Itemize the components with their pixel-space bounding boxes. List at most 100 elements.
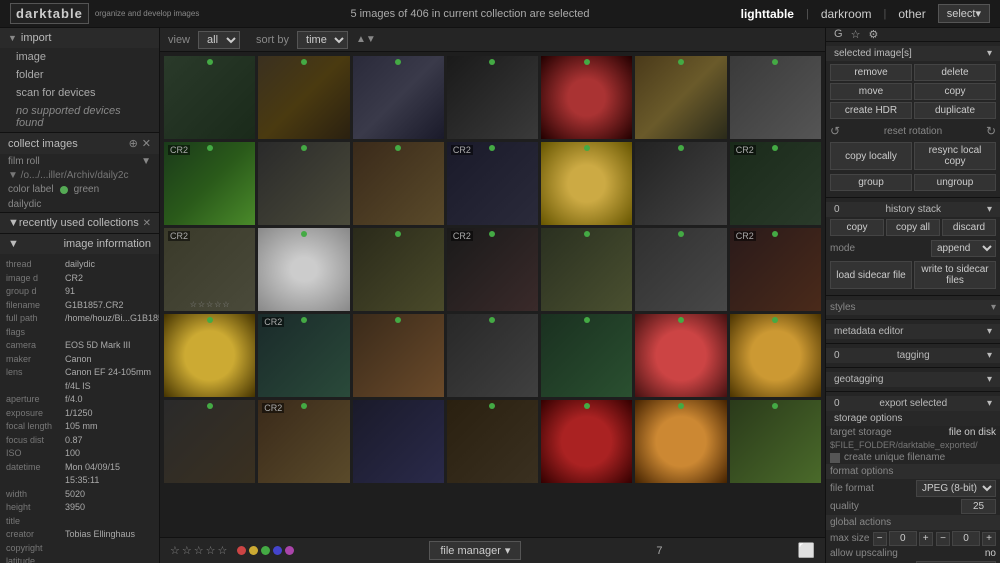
max-h-input[interactable]	[952, 531, 980, 546]
recent-icon[interactable]: ✕	[143, 218, 151, 229]
color-dot-green-bottom[interactable]	[261, 546, 270, 555]
thumb-2[interactable]	[353, 56, 444, 139]
history-discard-button[interactable]: discard	[942, 219, 996, 236]
thumb-18[interactable]	[541, 228, 632, 311]
collect-icon-2[interactable]: ✕	[142, 137, 151, 150]
thumb-20[interactable]: CR2	[730, 228, 821, 311]
thumb-7[interactable]: CR2	[164, 142, 255, 225]
view-select[interactable]: all	[198, 31, 240, 49]
thumb-16[interactable]	[353, 228, 444, 311]
file-format-select[interactable]: JPEG (8-bit)	[916, 480, 996, 497]
create-hdr-button[interactable]: create HDR	[830, 102, 912, 119]
star-thumb-14-1[interactable]: ☆	[198, 300, 205, 309]
thumb-17[interactable]: CR2	[447, 228, 538, 311]
max-h-plus[interactable]: +	[982, 532, 996, 546]
ungroup-button[interactable]: ungroup	[914, 174, 996, 191]
recent-header[interactable]: ▼ recently used collections ✕	[0, 213, 159, 233]
thumb-31[interactable]	[447, 400, 538, 483]
max-w-minus[interactable]: −	[873, 532, 887, 546]
star-5[interactable]: ☆	[218, 544, 228, 557]
nav-lighttable[interactable]: lighttable	[741, 7, 794, 21]
delete-button[interactable]: delete	[914, 64, 996, 81]
geotagging-header[interactable]: geotagging ▾	[826, 372, 1000, 387]
rotate-cw-icon[interactable]: ↻	[986, 124, 996, 138]
star-thumb-14-0[interactable]: ☆	[190, 300, 197, 309]
duplicate-button[interactable]: duplicate	[914, 102, 996, 119]
nav-darkroom[interactable]: darkroom	[821, 7, 872, 21]
right-icon-star[interactable]: ☆	[851, 28, 861, 41]
thumb-28[interactable]	[164, 400, 255, 483]
thumb-25[interactable]	[541, 314, 632, 397]
resync-button[interactable]: resync local copy	[914, 142, 996, 170]
import-header[interactable]: ▼ import	[0, 28, 159, 48]
star-2[interactable]: ☆	[182, 544, 192, 557]
max-w-plus[interactable]: +	[919, 532, 933, 546]
star-3[interactable]: ☆	[194, 544, 204, 557]
color-dot-yellow[interactable]	[249, 546, 258, 555]
thumb-12[interactable]	[635, 142, 726, 225]
star-4[interactable]: ☆	[206, 544, 216, 557]
star-1[interactable]: ☆	[170, 544, 180, 557]
thumb-32[interactable]	[541, 400, 632, 483]
color-dot-purple[interactable]	[285, 546, 294, 555]
thumb-33[interactable]	[635, 400, 726, 483]
tagging-header[interactable]: 0 tagging ▾	[826, 348, 1000, 363]
thumb-3[interactable]	[447, 56, 538, 139]
thumb-11[interactable]	[541, 142, 632, 225]
right-icon-g[interactable]: G	[834, 28, 843, 41]
copy-locally-button[interactable]: copy locally	[830, 142, 912, 170]
storage-header[interactable]: storage options	[826, 411, 1000, 426]
collect-header[interactable]: collect images ⊕ ✕	[0, 133, 159, 154]
thumb-14[interactable]: CR2☆☆☆☆☆	[164, 228, 255, 311]
film-roll-arrow[interactable]: ▼	[141, 156, 151, 167]
thumb-9[interactable]	[353, 142, 444, 225]
color-dot-blue[interactable]	[273, 546, 282, 555]
thumb-23[interactable]	[353, 314, 444, 397]
import-image[interactable]: image	[0, 48, 159, 66]
thumb-6[interactable]	[730, 56, 821, 139]
copy-button[interactable]: copy	[914, 83, 996, 100]
select-button[interactable]: select▾	[938, 4, 990, 23]
metadata-header[interactable]: metadata editor ▾	[826, 324, 1000, 339]
file-manager-button[interactable]: file manager ▾	[429, 541, 521, 560]
max-w-input[interactable]	[889, 531, 917, 546]
right-icon-gear[interactable]: ⚙	[868, 28, 878, 41]
thumb-19[interactable]	[635, 228, 726, 311]
nav-other[interactable]: other	[898, 7, 925, 21]
export-header[interactable]: 0 export selected ▾	[826, 396, 1000, 411]
max-h-minus[interactable]: −	[936, 532, 950, 546]
global-header[interactable]: global actions	[826, 515, 1000, 530]
write-sidecar-button[interactable]: write to sidecar files	[914, 261, 996, 289]
thumb-26[interactable]	[635, 314, 726, 397]
thumb-1[interactable]	[258, 56, 349, 139]
thumb-29[interactable]: CR2	[258, 400, 349, 483]
thumb-5[interactable]	[635, 56, 726, 139]
thumb-8[interactable]	[258, 142, 349, 225]
load-sidecar-button[interactable]: load sidecar file	[830, 261, 912, 289]
thumb-15[interactable]	[258, 228, 349, 311]
star-thumb-14-2[interactable]: ☆	[206, 300, 213, 309]
thumb-10[interactable]: CR2	[447, 142, 538, 225]
quality-input[interactable]	[961, 499, 996, 514]
thumb-22[interactable]: CR2	[258, 314, 349, 397]
group-button[interactable]: group	[830, 174, 912, 191]
thumb-0[interactable]	[164, 56, 255, 139]
styles-header[interactable]: styles ▾	[826, 300, 1000, 315]
history-copy-button[interactable]: copy	[830, 219, 884, 236]
rotate-ccw-icon[interactable]: ↺	[830, 124, 840, 138]
star-thumb-14-4[interactable]: ☆	[222, 300, 229, 309]
thumb-24[interactable]	[447, 314, 538, 397]
thumb-27[interactable]	[730, 314, 821, 397]
mode-select[interactable]: append overwrite	[931, 240, 996, 257]
remove-button[interactable]: remove	[830, 64, 912, 81]
history-copy-all-button[interactable]: copy all	[886, 219, 940, 236]
format-header[interactable]: format options	[826, 464, 1000, 479]
import-folder[interactable]: folder	[0, 66, 159, 84]
history-header[interactable]: 0 history stack ▾	[826, 202, 1000, 217]
thumb-21[interactable]	[164, 314, 255, 397]
stars-bottom[interactable]: ☆ ☆ ☆ ☆ ☆	[170, 544, 227, 557]
thumb-stars-14[interactable]: ☆☆☆☆☆	[190, 300, 230, 309]
thumb-4[interactable]	[541, 56, 632, 139]
thumb-34[interactable]	[730, 400, 821, 483]
move-button[interactable]: move	[830, 83, 912, 100]
